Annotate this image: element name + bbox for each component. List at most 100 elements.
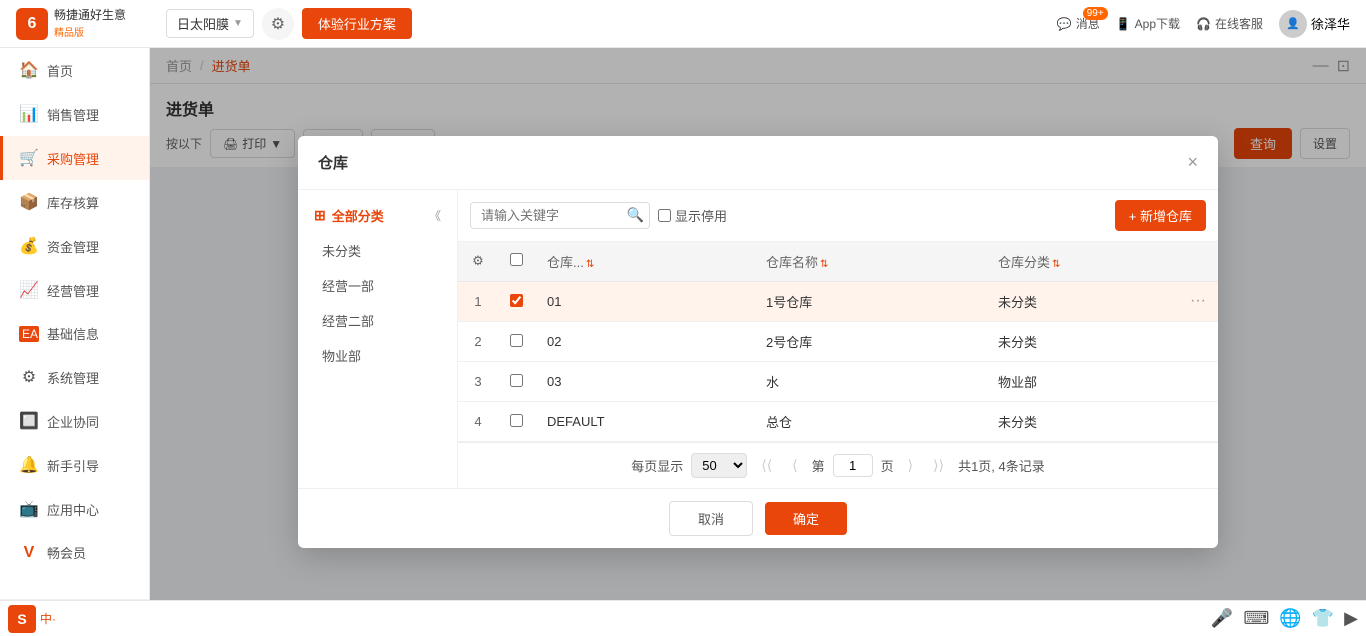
chevron-down-icon: ▼	[233, 18, 243, 29]
show-disabled-checkbox[interactable]	[658, 209, 671, 222]
store-selector[interactable]: 日太阳膜 ▼	[166, 9, 254, 38]
row-more-btn[interactable]: ···	[1190, 292, 1206, 310]
next-page-btn[interactable]: ⟩	[902, 455, 919, 476]
globe-icon[interactable]: 🌐	[1279, 608, 1301, 629]
sidebar-label-system: 系统管理	[47, 368, 99, 387]
all-categories-header[interactable]: ⊞ 全部分类 《	[298, 198, 457, 233]
row-code: 03	[535, 362, 754, 402]
sidebar-label-inventory: 库存核算	[47, 193, 99, 212]
sidebar-item-finance[interactable]: 💰 资金管理	[0, 224, 149, 268]
row-code: DEFAULT	[535, 402, 754, 442]
apps-icon: 📺	[19, 499, 39, 519]
cat-item-property[interactable]: 物业部	[298, 338, 457, 373]
row-name: 1号仓库	[754, 281, 986, 322]
sort-icon-name: ⇅	[820, 259, 828, 270]
footer-text: 中·	[40, 610, 56, 627]
sidebar-label-guide: 新手引导	[47, 456, 99, 475]
cat-item-dept2[interactable]: 经营二部	[298, 303, 457, 338]
keyboard-icon[interactable]: ⌨	[1243, 608, 1269, 629]
row-checkbox[interactable]	[510, 374, 523, 387]
online-service-action[interactable]: 🎧 在线客服	[1196, 15, 1263, 32]
sidebar-label-enterprise: 企业协同	[47, 412, 99, 431]
sidebar-label-finance: 资金管理	[47, 237, 99, 256]
table-row[interactable]: 2 02 2号仓库 未分类	[458, 322, 1218, 362]
gear-button[interactable]: ⚙	[262, 8, 294, 40]
row-checkbox-cell	[498, 402, 535, 442]
table-row[interactable]: 1 01 1号仓库 未分类 ···	[458, 281, 1218, 322]
app-download-action[interactable]: 📱 App下载	[1116, 15, 1180, 32]
data-table: ⚙ 仓库...⇅ 仓库名称⇅	[458, 242, 1218, 443]
search-icon-btn[interactable]: 🔍	[627, 207, 644, 224]
cat-item-unclassified[interactable]: 未分类	[298, 233, 457, 268]
sidebar-item-basic-info[interactable]: EA 基础信息	[0, 312, 149, 355]
header-right: 💬 消息 99+ 📱 App下载 🎧 在线客服 👤 徐泽华	[1057, 10, 1350, 38]
select-all-checkbox[interactable]	[510, 253, 523, 266]
modal-overlay: 仓库 × ⊞ 全部分类 《 未分类 经营一部 经营二部	[150, 48, 1366, 636]
show-disabled-label[interactable]: 显示停用	[658, 206, 727, 225]
warehouse-tbody: 1 01 1号仓库 未分类 ··· 2 02 2号仓库 未分类 3 03 水 物…	[458, 281, 1218, 442]
collapse-btn[interactable]: 《	[429, 207, 441, 224]
sidebar-label-apps: 应用中心	[47, 500, 99, 519]
sidebar-item-apps[interactable]: 📺 应用中心	[0, 487, 149, 531]
first-page-btn[interactable]: ⟨⟨	[755, 455, 778, 476]
mic-icon[interactable]: 🎤	[1211, 608, 1233, 629]
row-num: 1	[458, 281, 498, 322]
notification-action[interactable]: 💬 消息 99+	[1057, 15, 1100, 32]
footer-actions: 🎤 ⌨ 🌐 👕 ▶	[1211, 608, 1358, 629]
store-name: 日太阳膜	[177, 14, 229, 33]
sidebar-item-guide[interactable]: 🔔 新手引导	[0, 443, 149, 487]
table-row[interactable]: 3 03 水 物业部	[458, 362, 1218, 402]
total-label: 共1页, 4条记录	[958, 456, 1045, 475]
user-avatar-btn[interactable]: 👤 徐泽华	[1279, 10, 1350, 38]
per-page-select[interactable]: 10 20 50 100	[691, 453, 747, 478]
last-page-btn[interactable]: ⟩⟩	[927, 455, 950, 476]
header-middle: 日太阳膜 ▼ ⚙ 体验行业方案	[166, 8, 1057, 40]
table-area: 🔍 显示停用 + 新增仓库	[458, 190, 1218, 489]
modal-footer: 取消 确定	[298, 488, 1218, 548]
show-disabled-text: 显示停用	[675, 206, 727, 225]
sidebar: 🏠 首页 📊 销售管理 🛒 采购管理 📦 库存核算 💰 资金管理 📈 经营管理 …	[0, 48, 150, 636]
sidebar-item-home[interactable]: 🏠 首页	[0, 48, 149, 92]
modal-close-btn[interactable]: ×	[1187, 152, 1198, 173]
all-categories-label: 全部分类	[332, 206, 384, 225]
logo-area: 6 畅捷通好生意 精品版	[16, 8, 166, 40]
row-checkbox[interactable]	[510, 294, 523, 307]
sidebar-item-inventory[interactable]: 📦 库存核算	[0, 180, 149, 224]
modal-body: ⊞ 全部分类 《 未分类 经营一部 经营二部 物业部	[298, 190, 1218, 489]
confirm-btn[interactable]: 确定	[765, 502, 847, 535]
sidebar-item-membership[interactable]: V 畅会员	[0, 531, 149, 574]
industry-btn[interactable]: 体验行业方案	[302, 8, 412, 39]
table-header-row: ⚙ 仓库...⇅ 仓库名称⇅	[458, 242, 1218, 282]
sidebar-item-enterprise[interactable]: 🔲 企业协同	[0, 399, 149, 443]
sales-icon: 📊	[19, 104, 39, 124]
basic-info-icon: EA	[19, 326, 39, 342]
prev-page-btn[interactable]: ⟨	[786, 455, 803, 476]
sidebar-item-sales[interactable]: 📊 销售管理	[0, 92, 149, 136]
add-warehouse-btn[interactable]: + 新增仓库	[1115, 200, 1206, 231]
sidebar-item-purchase[interactable]: 🛒 采购管理	[0, 136, 149, 180]
cancel-btn[interactable]: 取消	[669, 501, 753, 536]
sidebar-label-membership: 畅会员	[47, 543, 86, 562]
system-icon: ⚙	[19, 367, 39, 387]
row-checkbox[interactable]	[510, 414, 523, 427]
row-num: 3	[458, 362, 498, 402]
search-wrap: 🔍	[470, 202, 650, 229]
avatar-icon: 👤	[1286, 17, 1300, 30]
row-category: 未分类	[986, 402, 1218, 442]
page-unit: 页	[881, 456, 894, 475]
search-input[interactable]	[470, 202, 650, 229]
page-input[interactable]	[833, 454, 873, 477]
table-row[interactable]: 4 DEFAULT 总仓 未分类	[458, 402, 1218, 442]
sidebar-item-system[interactable]: ⚙ 系统管理	[0, 355, 149, 399]
th-code: 仓库...⇅	[535, 242, 754, 282]
play-icon[interactable]: ▶	[1344, 608, 1358, 629]
table-toolbar: 🔍 显示停用 + 新增仓库	[458, 190, 1218, 242]
sort-icon-code: ⇅	[586, 259, 594, 270]
row-checkbox[interactable]	[510, 334, 523, 347]
main-layout: 🏠 首页 📊 销售管理 🛒 采购管理 📦 库存核算 💰 资金管理 📈 经营管理 …	[0, 48, 1366, 636]
cat-item-dept1[interactable]: 经营一部	[298, 268, 457, 303]
inventory-icon: 📦	[19, 192, 39, 212]
pagination: 每页显示 10 20 50 100 ⟨⟨ ⟨ 第 页	[458, 442, 1218, 488]
skin-icon[interactable]: 👕	[1312, 608, 1334, 629]
sidebar-item-operations[interactable]: 📈 经营管理	[0, 268, 149, 312]
